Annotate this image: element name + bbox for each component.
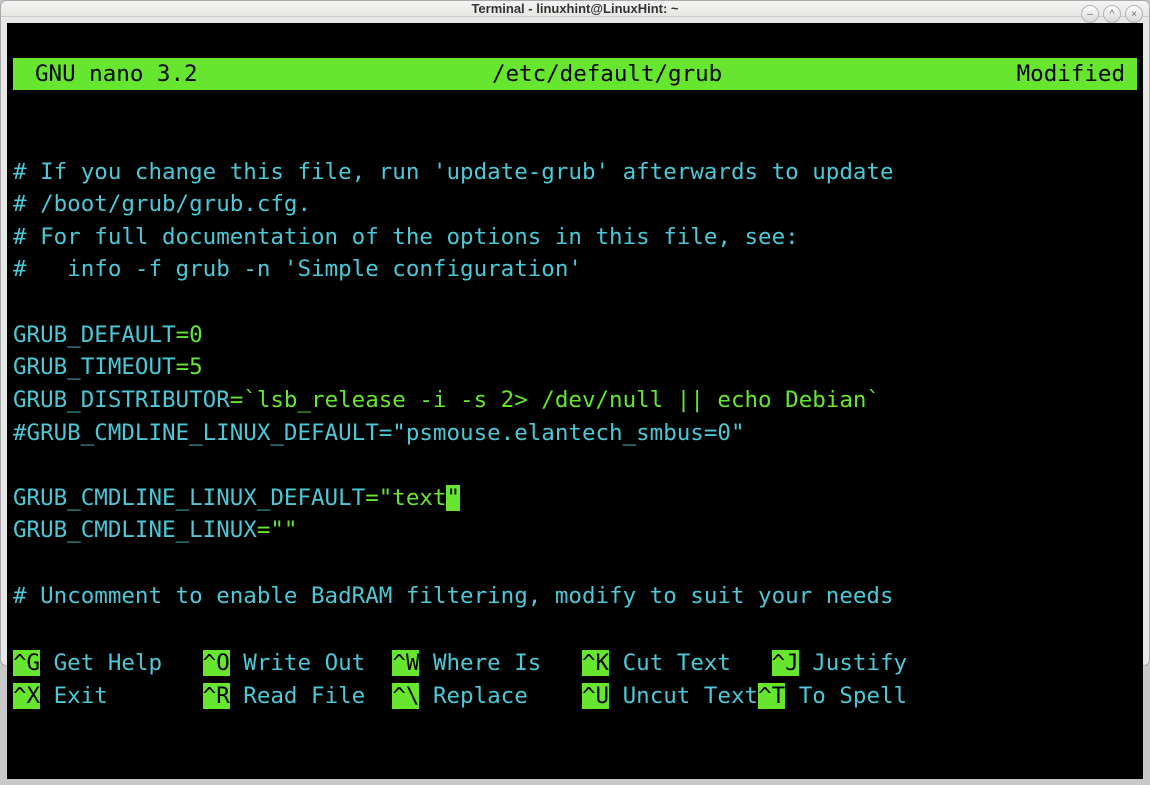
nano-app-name: GNU nano 3.2 (17, 58, 198, 91)
equals: = (257, 517, 271, 543)
shortcut-label: Read File (243, 683, 365, 709)
shortcut-label: Write Out (243, 650, 365, 676)
shortcut-label: Where Is (433, 650, 555, 676)
shortcut-key[interactable]: ^U (582, 683, 609, 709)
config-value: 0 (189, 322, 203, 348)
equals: = (176, 354, 190, 380)
config-value: `lsb_release -i -s 2> /dev/null || echo … (243, 387, 880, 413)
shortcut-key[interactable]: ^R (203, 683, 230, 709)
comment-line: #GRUB_CMDLINE_LINUX_DEFAULT="psmouse.ela… (13, 420, 745, 446)
terminal-window: Terminal - linuxhint@LinuxHint: ~ – ^ × … (0, 0, 1150, 666)
config-key: GRUB_DEFAULT (13, 322, 176, 348)
shortcut-label: Exit (54, 683, 176, 709)
editor-content[interactable]: # If you change this file, run 'update-g… (13, 123, 1137, 612)
close-button[interactable]: × (1125, 5, 1143, 23)
window-title: Terminal - linuxhint@LinuxHint: ~ (471, 1, 678, 16)
equals: = (230, 387, 244, 413)
shortcut-label: Uncut Text (623, 683, 758, 709)
shortcut-key[interactable]: ^\ (392, 683, 419, 709)
shortcut-key[interactable]: ^X (13, 683, 40, 709)
comment-line: # /boot/grub/grub.cfg. (13, 191, 311, 217)
config-key: GRUB_CMDLINE_LINUX (13, 517, 257, 543)
comment-line: # Uncomment to enable BadRAM filtering, … (13, 583, 894, 609)
shortcut-label: Get Help (54, 650, 176, 676)
shortcut-key[interactable]: ^T (758, 683, 785, 709)
comment-line: # info -f grub -n 'Simple configuration' (13, 256, 582, 282)
config-value: "text (379, 485, 447, 511)
window-controls: – ^ × (1081, 5, 1143, 23)
config-value: 5 (189, 354, 203, 380)
shortcut-key[interactable]: ^G (13, 650, 40, 676)
config-key: GRUB_CMDLINE_LINUX_DEFAULT (13, 485, 365, 511)
terminal-body: GNU nano 3.2/etc/default/grubModified # … (1, 17, 1149, 785)
comment-line: # For full documentation of the options … (13, 224, 799, 250)
shortcut-label: Cut Text (623, 650, 745, 676)
nano-shortcuts: ^G Get Help ^O Write Out ^W Where Is ^K … (13, 647, 1137, 712)
shortcut-label: To Spell (799, 683, 907, 709)
config-value: "" (270, 517, 297, 543)
shortcut-key[interactable]: ^J (772, 650, 799, 676)
text-cursor: " (446, 485, 460, 511)
maximize-button[interactable]: ^ (1103, 5, 1121, 23)
shortcut-key[interactable]: ^K (582, 650, 609, 676)
shortcut-key[interactable]: ^O (203, 650, 230, 676)
nano-filename: /etc/default/grub (198, 58, 1017, 91)
shortcut-key[interactable]: ^W (392, 650, 419, 676)
equals: = (365, 485, 379, 511)
shortcut-label: Replace (433, 683, 555, 709)
titlebar: Terminal - linuxhint@LinuxHint: ~ – ^ × (1, 1, 1149, 17)
comment-line: # If you change this file, run 'update-g… (13, 159, 894, 185)
config-key: GRUB_DISTRIBUTOR (13, 387, 230, 413)
equals: = (176, 322, 190, 348)
config-key: GRUB_TIMEOUT (13, 354, 176, 380)
nano-status: Modified (1017, 58, 1133, 91)
minimize-button[interactable]: – (1081, 5, 1099, 23)
nano-header: GNU nano 3.2/etc/default/grubModified (13, 58, 1137, 91)
shortcut-label: Justify (812, 650, 907, 676)
